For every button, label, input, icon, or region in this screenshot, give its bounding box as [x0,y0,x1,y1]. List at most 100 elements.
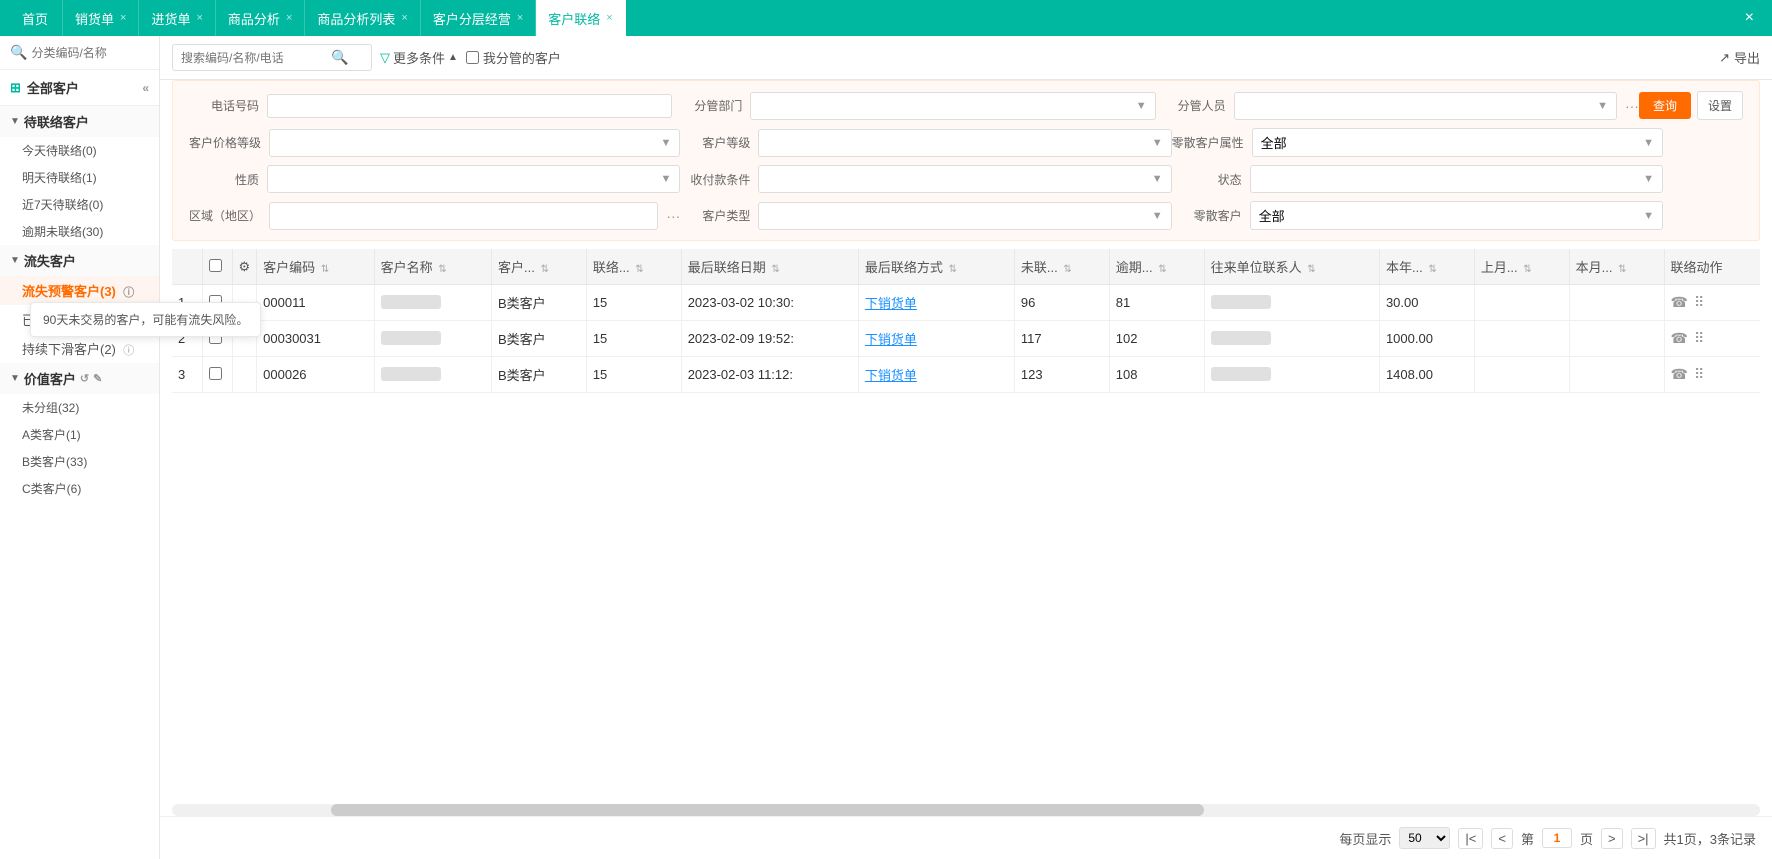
horizontal-scrollbar[interactable] [172,804,1760,816]
nav-tab-analysis-list[interactable]: 商品分析列表 × [305,0,420,36]
filter-region-select[interactable]: ▼ [269,202,658,230]
query-button[interactable]: 查询 [1639,92,1691,119]
action-contact-icon-2[interactable]: ☎ [1671,366,1688,383]
cell-contact-count: 15 [586,321,681,357]
filter-phone-input[interactable] [267,94,672,118]
filter-payment: 收付款条件 ▼ [680,165,1171,193]
filter-region: 区域（地区） ▼ ··· [189,202,680,230]
sidebar-item-class-c[interactable]: C类客户(6) [0,475,159,502]
filter-actions: 查询 设置 [1639,91,1743,120]
close-tab-purchase-icon[interactable]: × [196,12,202,24]
info-icon: ⓘ [123,287,134,299]
refresh-icon[interactable]: ↺ [80,372,89,385]
sidebar-item-class-a[interactable]: A类客户(1) [0,421,159,448]
contact-method-link-1[interactable]: 下销货单 [865,332,917,347]
sidebar-section-churn[interactable]: ▼ 流失客户 [0,245,159,276]
my-customers-checkbox-container: 我分管的客户 [466,48,561,67]
filter-retail-customer-select[interactable]: 全部 ▼ [1250,201,1663,230]
sort-type-icon[interactable]: ⇅ [540,264,548,275]
more-conditions-button[interactable]: ▽ 更多条件 ▲ [380,48,458,67]
filter-payment-select[interactable]: ▼ [758,165,1171,193]
close-tab-sales-icon[interactable]: × [120,12,126,24]
more-dots-manager[interactable]: ··· [1625,98,1639,114]
sort-date-icon[interactable]: ⇅ [771,264,779,275]
first-page-button[interactable]: |< [1458,828,1483,849]
main-search-button[interactable]: 🔍 [331,49,348,66]
sort-last-month-icon[interactable]: ⇅ [1523,264,1531,275]
sidebar-item-tomorrow[interactable]: 明天待联络(1) [0,164,159,191]
sort-contact-icon[interactable]: ⇅ [635,264,643,275]
sidebar-item-churn-risk[interactable]: 流失预警客户(3) ⓘ [0,276,159,305]
more-dots-region[interactable]: ··· [666,208,680,224]
cell-uncontacted: 96 [1014,285,1109,321]
next-page-button[interactable]: > [1601,828,1623,849]
nav-tab-purchase[interactable]: 进货单 × [139,0,215,36]
cell-this-year: 30.00 [1379,285,1474,321]
last-page-button[interactable]: >| [1631,828,1656,849]
sidebar-section-pending-contact[interactable]: ▼ 待联络客户 [0,106,159,137]
sidebar-search-input[interactable] [31,46,160,60]
sidebar-section-value[interactable]: ▼ 价值客户 ↺ ✎ [0,363,159,394]
close-tab-customer-contact-icon[interactable]: × [606,12,612,24]
current-page-input[interactable] [1542,828,1572,848]
action-contact-icon-0[interactable]: ☎ [1671,294,1688,311]
sort-method-icon[interactable]: ⇅ [949,264,957,275]
select-all-checkbox[interactable] [209,259,222,272]
sidebar-item-class-b[interactable]: B类客户(33) [0,448,159,475]
filter-row-1: 电话号码 分管部门 ▼ 分管人员 ▼ ··· [189,91,1743,120]
filter-manager-select[interactable]: ▼ [1234,92,1617,120]
prev-page-button[interactable]: < [1491,828,1513,849]
cell-unit-contacts [1204,357,1379,393]
filter-customer-type-select[interactable]: ▼ [758,202,1171,230]
info-icon-decline: ⓘ [123,345,134,357]
row-checkbox-2[interactable] [209,367,222,380]
sort-year-icon[interactable]: ⇅ [1428,264,1436,275]
filter-price-level-select[interactable]: ▼ [269,129,680,157]
window-close-button[interactable]: × [1735,9,1764,27]
sort-this-month-icon[interactable]: ⇅ [1618,264,1626,275]
cell-this-year: 1408.00 [1379,357,1474,393]
filter-status-select[interactable]: ▼ [1250,165,1663,193]
sidebar-item-week[interactable]: 近7天待联络(0) [0,191,159,218]
contact-method-link-0[interactable]: 下销货单 [865,296,917,311]
per-page-select[interactable]: 50 100 200 [1399,827,1450,849]
export-button[interactable]: ↗ 导出 [1719,48,1760,67]
filter-nature-select[interactable]: ▼ [267,165,680,193]
nav-tab-customer-contact[interactable]: 客户联络 × [536,0,625,36]
sidebar-item-overdue[interactable]: 逾期未联络(30) [0,218,159,245]
sort-name-icon[interactable]: ⇅ [438,264,446,275]
sidebar-all-customers[interactable]: ⊞ 全部客户 « [0,70,159,106]
sort-overdue-icon[interactable]: ⇅ [1158,264,1166,275]
main-search-input[interactable] [181,51,331,65]
chevron-down-manager-icon: ▼ [1597,100,1608,112]
edit-icon[interactable]: ✎ [93,372,102,385]
filter-retail-attr-select[interactable]: 全部 ▼ [1252,128,1663,157]
sort-code-icon[interactable]: ⇅ [321,264,329,275]
column-settings-icon[interactable]: ⚙ [239,259,251,274]
sort-unit-icon[interactable]: ⇅ [1307,264,1315,275]
close-tab-analysis-list-icon[interactable]: × [401,12,407,24]
setting-button[interactable]: 设置 [1697,91,1743,120]
action-more-icon-1[interactable]: ⠿ [1694,330,1704,347]
filter-dept-select[interactable]: ▼ [750,92,1155,120]
cell-index: 3 [172,357,202,393]
nav-tab-customer-tier[interactable]: 客户分层经营 × [421,0,536,36]
close-tab-customer-tier-icon[interactable]: × [517,12,523,24]
nav-tab-sales[interactable]: 销货单 × [63,0,139,36]
sidebar-item-unclassified[interactable]: 未分组(32) [0,394,159,421]
filter-customer-level-select[interactable]: ▼ [758,129,1171,157]
cell-last-month [1474,285,1569,321]
sort-uncontacted-icon[interactable]: ⇅ [1063,264,1071,275]
action-more-icon-2[interactable]: ⠿ [1694,366,1704,383]
sidebar-item-today[interactable]: 今天待联络(0) [0,137,159,164]
action-more-icon-0[interactable]: ⠿ [1694,294,1704,311]
nav-home[interactable]: 首页 [8,0,63,36]
chevron-down-payment-icon: ▼ [1152,173,1163,185]
my-customers-checkbox[interactable] [466,51,479,64]
action-contact-icon-1[interactable]: ☎ [1671,330,1688,347]
close-tab-analysis-icon[interactable]: × [286,12,292,24]
nav-tab-analysis[interactable]: 商品分析 × [216,0,305,36]
contact-method-link-2[interactable]: 下销货单 [865,368,917,383]
cell-overdue: 108 [1109,357,1204,393]
sidebar-item-persistent-decline[interactable]: 持续下滑客户(2) ⓘ [0,334,159,363]
